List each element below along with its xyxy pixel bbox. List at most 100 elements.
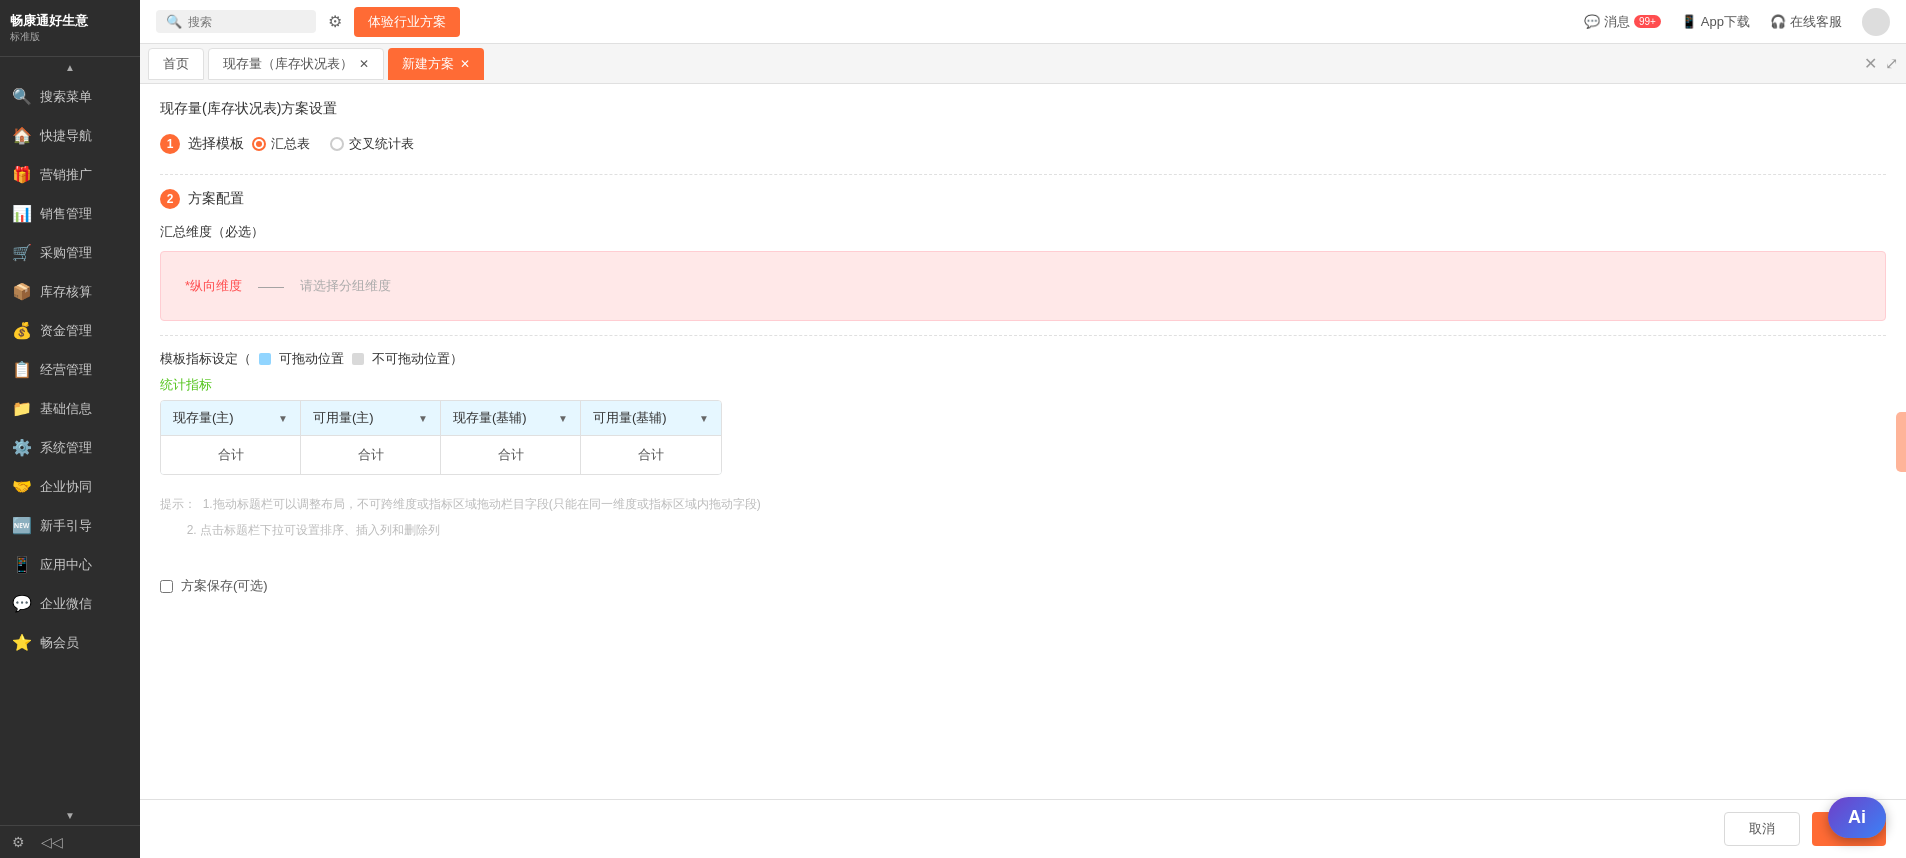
sidebar-item-apps[interactable]: 📱应用中心 [0,545,140,584]
sidebar-item-shortcut[interactable]: 🏠快捷导航 [0,116,140,155]
sidebar-scroll-down[interactable]: ▼ [0,805,140,825]
nav-label-apps: 应用中心 [40,556,92,574]
sidebar-item-member[interactable]: ⭐畅会员 [0,623,140,662]
save-checkbox[interactable] [160,580,173,593]
page-title: 现存量(库存状况表)方案设置 [160,100,1886,118]
nav-icon-marketing: 🎁 [12,165,32,184]
nav-label-sales: 销售管理 [40,205,92,223]
online-service-icon: 🎧 [1770,14,1786,29]
volume-icon[interactable]: ◁◁ [41,834,63,850]
sidebar-item-marketing[interactable]: 🎁 营销推广 [0,155,140,194]
stats-col-label: 可用量(基辅) [593,409,667,427]
stats-col-label: 可用量(主) [313,409,374,427]
sidebar-item-finance[interactable]: 💰资金管理 [0,311,140,350]
online-service-item[interactable]: 🎧 在线客服 [1770,13,1842,31]
indicator-label: 模板指标设定（ 可拖动位置 不可拖动位置） [160,350,1886,368]
nav-icon-finance: 💰 [12,321,32,340]
divider2 [160,335,1886,336]
section-template: 1 选择模板 汇总表 交叉统计表 [160,134,1886,154]
stats-col-header[interactable]: 可用量(基辅) ▼ [581,401,721,436]
tab-close-new-plan[interactable]: ✕ [460,57,470,71]
trial-button[interactable]: 体验行业方案 [354,7,460,37]
nav-icon-shortcut: 🏠 [12,126,32,145]
chevron-down-icon: ▼ [278,413,288,424]
indicator-settings: 模板指标设定（ 可拖动位置 不可拖动位置） 统计指标 现存量(主) ▼ 合计 可… [160,350,1886,478]
message-label: 消息 [1604,13,1630,31]
radio-summary-dot [252,137,266,151]
topbar-settings-icon[interactable]: ⚙ [328,12,342,31]
stats-col-body: 合计 [161,436,300,474]
message-icon: 💬 [1584,14,1600,29]
sidebar-item-system[interactable]: ⚙️ 系统管理 [0,428,140,467]
nav-icon-wechat: 💬 [12,594,32,613]
section2-header: 2 方案配置 [160,189,1886,209]
tab-label-new-plan: 新建方案 [402,55,454,73]
sidebar-item-wechat[interactable]: 💬 企业微信 [0,584,140,623]
nav-label-enterprise: 企业协同 [40,478,92,496]
tab-home[interactable]: 首页 [148,48,204,80]
nav-label-system: 系统管理 [40,439,92,457]
close-panel-icon[interactable]: ✕ [1864,54,1877,73]
stats-col: 可用量(基辅) ▼ 合计 [581,401,721,474]
ai-button[interactable]: Ai [1828,797,1886,838]
radio-summary-label: 汇总表 [271,135,310,153]
topbar: 🔍 ⚙ 体验行业方案 💬 消息 99+ 📱 App下载 🎧 在线客服 [140,0,1906,44]
nav-label-marketing: 营销推广 [40,166,92,184]
sidebar-item-basic[interactable]: 📁 基础信息 [0,389,140,428]
nav-icon-guide: 🆕 [12,516,32,535]
movable-badge [259,353,271,365]
sidebar-item-enterprise[interactable]: 🤝企业协同 [0,467,140,506]
sidebar-item-operation[interactable]: 📋经营管理 [0,350,140,389]
stats-col-header[interactable]: 现存量(主) ▼ [161,401,300,436]
sidebar-scroll-up[interactable]: ▲ [0,57,140,77]
app-download-icon: 📱 [1681,14,1697,29]
stats-col-header[interactable]: 可用量(主) ▼ [301,401,440,436]
nav-icon-system: ⚙️ [12,438,32,457]
nav-label-guide: 新手引导 [40,517,92,535]
sidebar-bottom: ⚙ ◁◁ [0,825,140,858]
template-radio-group: 汇总表 交叉统计表 [252,135,414,153]
tab-inventory-status[interactable]: 现存量（库存状况表）✕ [208,48,384,80]
radio-cross[interactable]: 交叉统计表 [330,135,414,153]
section2-title: 方案配置 [188,190,244,208]
sidebar-item-inventory[interactable]: 📦库存核算 [0,272,140,311]
sidebar-item-guide[interactable]: 🆕 新手引导 [0,506,140,545]
nav-label-wechat: 企业微信 [40,595,92,613]
sidebar-nav: 🔍搜索菜单🏠快捷导航 🎁 营销推广 📊销售管理🛒采购管理📦库存核算💰资金管理📋经营管理… [0,77,140,805]
sidebar-item-sales[interactable]: 📊销售管理 [0,194,140,233]
stats-col: 现存量(主) ▼ 合计 [161,401,301,474]
dim-placeholder: 请选择分组维度 [300,277,391,295]
section1-header: 1 选择模板 汇总表 交叉统计表 [160,134,1886,154]
cancel-button[interactable]: 取消 [1724,812,1800,846]
nav-label-basic: 基础信息 [40,400,92,418]
settings-icon[interactable]: ⚙ [12,834,25,850]
stats-col-header[interactable]: 现存量(基辅) ▼ [441,401,580,436]
app-edition: 标准版 [10,30,130,44]
search-icon: 🔍 [166,14,182,29]
movable-label: 可拖动位置 [279,350,344,368]
tab-new-plan[interactable]: 新建方案 ✕ [388,48,484,80]
radio-cross-label: 交叉统计表 [349,135,414,153]
dimension-box[interactable]: *纵向维度 —— 请选择分组维度 [160,251,1886,321]
search-input[interactable] [188,15,288,29]
tip-item2: 2. 点击标题栏下拉可设置排序、插入列和删除列 [160,520,1886,542]
stats-col-body: 合计 [441,436,580,474]
right-scroll-handle[interactable] [1896,412,1906,472]
tab-close-inventory-status[interactable]: ✕ [359,57,369,71]
main: 🔍 ⚙ 体验行业方案 💬 消息 99+ 📱 App下载 🎧 在线客服 首页现存量… [140,0,1906,858]
expand-panel-icon[interactable]: ⤢ [1885,54,1898,73]
footer: 取消 查询 [140,799,1906,858]
tab-area-controls: ✕ ⤢ [1864,54,1898,73]
sidebar-item-search[interactable]: 🔍搜索菜单 [0,77,140,116]
app-download-item[interactable]: 📱 App下载 [1681,13,1750,31]
fixed-label: 不可拖动位置） [372,350,463,368]
sidebar-item-purchase[interactable]: 🛒采购管理 [0,233,140,272]
nav-icon-basic: 📁 [12,399,32,418]
user-avatar[interactable] [1862,8,1890,36]
message-item[interactable]: 💬 消息 99+ [1584,13,1661,31]
sidebar: 畅康通好生意 标准版 ▲ 🔍搜索菜单🏠快捷导航 🎁 营销推广 📊销售管理🛒采购管理📦库… [0,0,140,858]
app-name: 畅康通好生意 [10,12,130,30]
save-row: 方案保存(可选) [160,561,1886,603]
nav-label-search: 搜索菜单 [40,88,92,106]
radio-summary[interactable]: 汇总表 [252,135,310,153]
